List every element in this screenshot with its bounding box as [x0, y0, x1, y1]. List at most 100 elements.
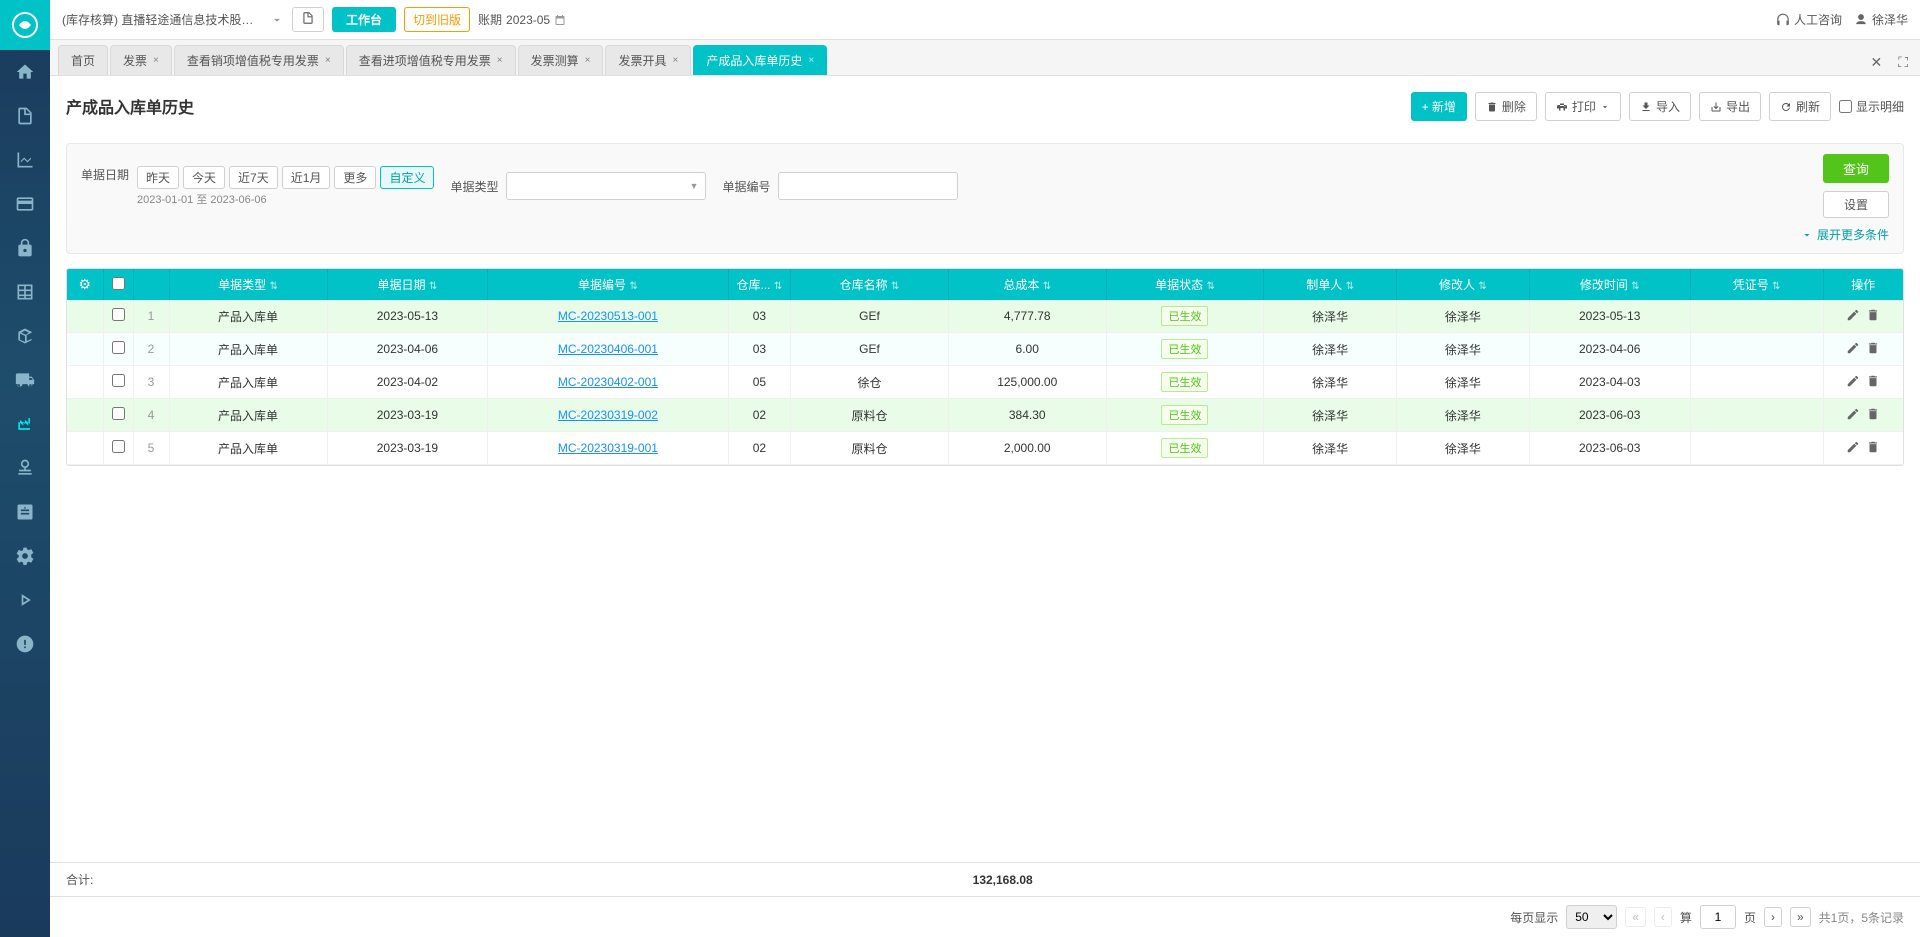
last-page-btn[interactable]: » — [1790, 907, 1811, 927]
sidebar-item-home[interactable] — [0, 50, 50, 94]
service-btn[interactable]: 人工咨询 — [1776, 11, 1842, 28]
new-btn[interactable]: + 新增 — [1411, 92, 1467, 121]
th-wh-name[interactable]: 仓库名称 ⇅ — [791, 269, 948, 300]
new-btn-label: + 新增 — [1422, 98, 1456, 115]
prev-page-btn[interactable]: ‹ — [1654, 907, 1672, 927]
date-btn-custom[interactable]: 自定义 — [380, 166, 434, 189]
workbench-btn[interactable]: 工作台 — [332, 7, 396, 32]
action-edit-btn[interactable] — [1846, 440, 1860, 457]
sidebar-item-version[interactable] — [0, 622, 50, 666]
td-number[interactable]: MC-20230319-001 — [488, 432, 728, 465]
date-btn-yesterday[interactable]: 昨天 — [137, 166, 179, 189]
tab-invoice-calc-close[interactable]: × — [585, 55, 591, 66]
td-number[interactable]: MC-20230319-002 — [488, 399, 728, 432]
export-btn[interactable]: 导出 — [1699, 92, 1761, 121]
next-page-btn[interactable]: › — [1764, 907, 1782, 927]
col-settings-btn[interactable]: ⚙ — [78, 276, 91, 293]
td-wh-name: 原料仓 — [791, 399, 948, 432]
filter-area: 单据日期 昨天 今天 近7天 近1月 更多 自定义 2023-01-01 至 2… — [66, 143, 1904, 254]
type-select[interactable] — [506, 172, 706, 200]
th-voucher[interactable]: 凭证号 ⇅ — [1690, 269, 1823, 300]
tabs-close-all-btn[interactable]: ✕ — [1866, 50, 1886, 75]
sidebar-item-media[interactable] — [0, 578, 50, 622]
box-icon — [15, 326, 35, 346]
sidebar-item-lock[interactable] — [0, 226, 50, 270]
table-icon — [15, 282, 35, 302]
delete-btn[interactable]: 删除 — [1475, 92, 1537, 121]
sidebar-item-chart[interactable] — [0, 138, 50, 182]
sidebar-item-invoice[interactable] — [0, 182, 50, 226]
switch-btn[interactable]: 切到旧版 — [404, 7, 470, 32]
select-all-checkbox[interactable] — [112, 277, 125, 290]
set-btn[interactable]: 设置 — [1823, 191, 1889, 218]
sidebar-item-box[interactable] — [0, 314, 50, 358]
export-btn-label: 导出 — [1726, 98, 1750, 115]
th-wh-code[interactable]: 仓库... ⇅ — [728, 269, 791, 300]
calendar-icon[interactable] — [554, 14, 566, 26]
page-size-select[interactable]: 50 10 20 100 — [1566, 905, 1617, 929]
date-btn-today[interactable]: 今天 — [183, 166, 225, 189]
tab-product-instock-close[interactable]: × — [808, 55, 814, 66]
sidebar-item-stamp[interactable] — [0, 446, 50, 490]
tab-check-purchase-close[interactable]: × — [497, 55, 503, 66]
number-filter-input[interactable] — [778, 172, 958, 200]
th-cost[interactable]: 总成本 ⇅ — [948, 269, 1106, 300]
td-status: 已生效 — [1106, 300, 1263, 333]
action-edit-btn[interactable] — [1846, 407, 1860, 424]
sidebar-item-truck[interactable] — [0, 358, 50, 402]
td-status: 已生效 — [1106, 399, 1263, 432]
td-voucher — [1690, 432, 1823, 465]
th-number[interactable]: 单据编号 ⇅ — [488, 269, 728, 300]
tab-invoice-close[interactable]: × — [153, 55, 159, 66]
print-btn[interactable]: 打印 — [1545, 92, 1621, 121]
th-status[interactable]: 单据状态 ⇅ — [1106, 269, 1263, 300]
th-creator[interactable]: 制单人 ⇅ — [1264, 269, 1397, 300]
action-delete-btn[interactable] — [1866, 440, 1880, 457]
date-btn-7days[interactable]: 近7天 — [229, 166, 278, 189]
tab-invoice-open-close[interactable]: × — [672, 55, 678, 66]
action-delete-btn[interactable] — [1866, 374, 1880, 391]
th-modifier[interactable]: 修改人 ⇅ — [1396, 269, 1529, 300]
page-input[interactable] — [1700, 905, 1736, 929]
document-btn[interactable] — [292, 7, 324, 32]
action-delete-btn[interactable] — [1866, 308, 1880, 325]
expand-btn[interactable]: 展开更多条件 — [1801, 226, 1889, 243]
tab-check-sales[interactable]: 查看销项增值税专用发票 × — [174, 45, 344, 75]
th-type[interactable]: 单据类型 ⇅ — [169, 269, 327, 300]
sidebar-item-factory[interactable] — [0, 402, 50, 446]
action-edit-btn[interactable] — [1846, 374, 1860, 391]
tab-check-sales-close[interactable]: × — [325, 55, 331, 66]
tab-home[interactable]: 首页 — [58, 45, 108, 75]
tab-invoice-open[interactable]: 发票开具 × — [605, 45, 691, 75]
td-number[interactable]: MC-20230406-001 — [488, 333, 728, 366]
import-btn[interactable]: 导入 — [1629, 92, 1691, 121]
tabs-fullscreen-btn[interactable]: ⛶ — [1894, 50, 1912, 75]
tab-invoice[interactable]: 发票 × — [110, 45, 172, 75]
app-name-dropdown-icon[interactable] — [270, 13, 284, 27]
first-page-btn[interactable]: « — [1625, 907, 1646, 927]
tab-check-purchase[interactable]: 查看进项增值税专用发票 × — [346, 45, 516, 75]
sidebar-item-document[interactable] — [0, 94, 50, 138]
sidebar-item-report[interactable] — [0, 490, 50, 534]
show-detail-checkbox[interactable]: 显示明细 — [1839, 98, 1904, 115]
date-btn-1month[interactable]: 近1月 — [282, 166, 331, 189]
th-date[interactable]: 单据日期 ⇅ — [327, 269, 488, 300]
tab-product-instock[interactable]: 产成品入库单历史 × — [693, 45, 827, 75]
date-btn-more[interactable]: 更多 — [334, 166, 376, 189]
sidebar-item-settings[interactable] — [0, 534, 50, 578]
app-logo[interactable] — [0, 0, 50, 50]
user-info-btn[interactable]: 徐泽华 — [1854, 11, 1908, 28]
th-rownum — [133, 269, 169, 300]
td-number[interactable]: MC-20230513-001 — [488, 300, 728, 333]
tab-invoice-calc[interactable]: 发票测算 × — [518, 45, 604, 75]
action-delete-btn[interactable] — [1866, 341, 1880, 358]
td-number[interactable]: MC-20230402-001 — [488, 366, 728, 399]
refresh-btn[interactable]: 刷新 — [1769, 92, 1831, 121]
action-edit-btn[interactable] — [1846, 308, 1860, 325]
action-edit-btn[interactable] — [1846, 341, 1860, 358]
th-modify-time[interactable]: 修改时间 ⇅ — [1529, 269, 1690, 300]
sidebar-item-table[interactable] — [0, 270, 50, 314]
action-delete-btn[interactable] — [1866, 407, 1880, 424]
user-avatar-icon — [1854, 13, 1868, 27]
query-btn[interactable]: 查询 — [1823, 154, 1889, 183]
